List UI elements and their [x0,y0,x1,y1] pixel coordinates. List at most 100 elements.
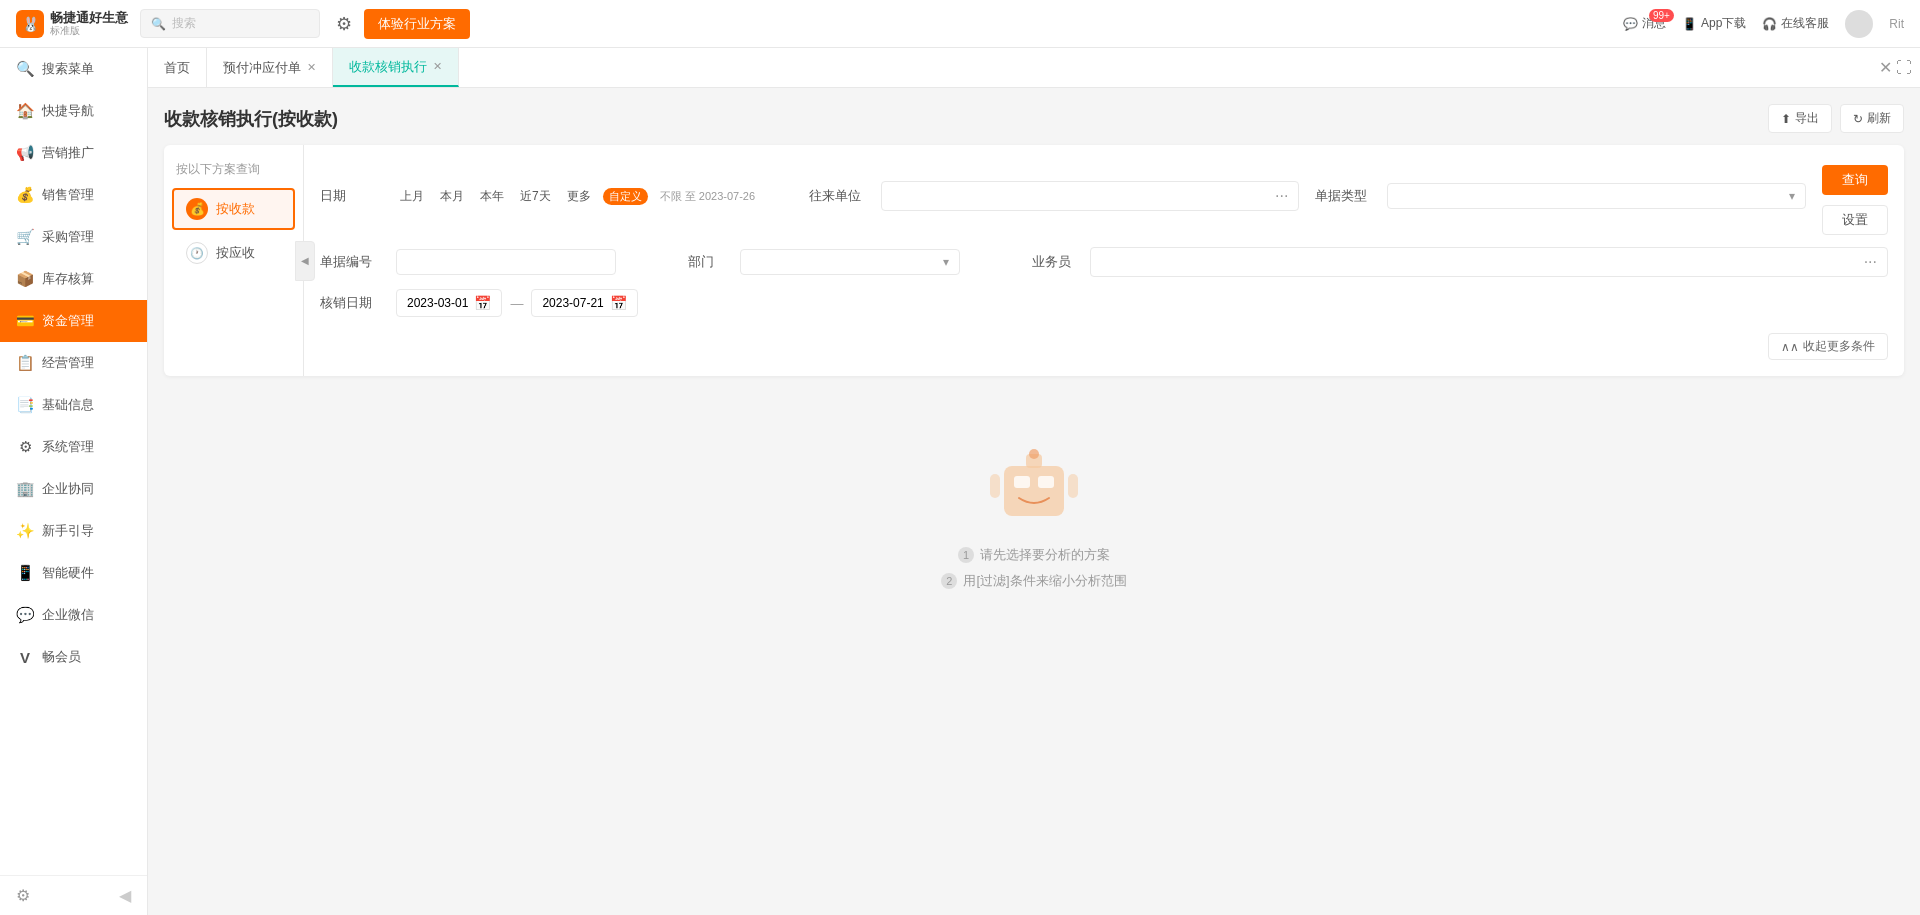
sidebar-item-quicknav[interactable]: 🏠 快捷导航 [0,90,147,132]
date-tab-7days[interactable]: 近7天 [516,186,555,207]
message-action[interactable]: 💬 消息 99+ [1623,15,1666,32]
export-label: 导出 [1795,110,1819,127]
writeoff-end-date[interactable]: 2023-07-21 📅 [531,289,637,317]
export-button[interactable]: ⬆ 导出 [1768,104,1832,133]
page-header: 收款核销执行(按收款) ⬆ 导出 ↻ 刷新 [164,104,1904,133]
sidebar-item-finance[interactable]: 💳 资金管理 [0,300,147,342]
sidebar-item-sales[interactable]: 💰 销售管理 [0,174,147,216]
query-button[interactable]: 查询 [1822,165,1888,195]
headset-icon: 🎧 [1762,17,1777,31]
bill-type-select[interactable]: ▾ [1387,183,1806,209]
receivable-option-label: 按应收 [216,244,255,262]
industry-button[interactable]: 体验行业方案 [364,9,470,39]
tab-collection-close[interactable]: ✕ [433,60,442,73]
empty-num-1: 1 [958,547,974,563]
finance-icon: 💳 [16,312,34,330]
collapse-more-label: 收起更多条件 [1803,338,1875,355]
download-icon: 📱 [1682,17,1697,31]
tab-home[interactable]: 首页 [148,48,207,87]
writeoff-date-label: 核销日期 [320,294,380,312]
bill-no-input[interactable] [396,249,616,275]
page-title: 收款核销执行(按收款) [164,107,338,131]
svg-point-4 [1029,449,1039,459]
sidebar-item-hardware[interactable]: 📱 智能硬件 [0,552,147,594]
date-tab-more[interactable]: 更多 [563,186,595,207]
sidebar-item-search[interactable]: 🔍 搜索菜单 [0,48,147,90]
empty-state: 1 请先选择要分析的方案 2 用[过滤]条件来缩小分析范围 [164,376,1904,650]
sidebar-item-cooperation[interactable]: 🏢 企业协同 [0,468,147,510]
close-tab-button[interactable]: ✕ [1879,58,1892,77]
empty-hint-1-text: 请先选择要分析的方案 [980,546,1110,564]
counterpart-input[interactable]: ··· [881,181,1300,211]
sidebar-collapse-button[interactable]: ◀ [119,886,131,905]
online-service-action[interactable]: 🎧 在线客服 [1762,15,1829,32]
filter-option-by-collection[interactable]: 💰 按收款 [172,188,295,230]
refresh-label: 刷新 [1867,110,1891,127]
writeoff-end-date-text: 2023-07-21 [542,296,603,310]
date-hint: 不限 至 2023-07-26 [660,189,755,204]
salesperson-input[interactable]: ··· [1090,247,1888,277]
sidebar-item-inventory[interactable]: 📦 库存核算 [0,258,147,300]
refresh-button[interactable]: ↻ 刷新 [1840,104,1904,133]
date-tab-this-month[interactable]: 本月 [436,186,468,207]
message-badge: 99+ [1649,9,1674,22]
sidebar-item-label: 营销推广 [42,144,94,162]
tab-prepay-label: 预付冲应付单 [223,59,301,77]
dept-label: 部门 [688,253,724,271]
empty-illustration [984,436,1084,526]
date-tab-last-month[interactable]: 上月 [396,186,428,207]
collection-option-label: 按收款 [216,200,255,218]
settings-button[interactable]: 设置 [1822,205,1888,235]
date-custom-badge[interactable]: 自定义 [603,188,648,205]
user-avatar[interactable] [1845,10,1873,38]
writeoff-start-date[interactable]: 2023-03-01 📅 [396,289,502,317]
tab-bar: 首页 预付冲应付单 ✕ 收款核销执行 ✕ ✕ ⛶ [148,48,1920,88]
counterpart-dots-icon[interactable]: ··· [1275,187,1288,205]
logo-icon: 🐰 [16,10,44,38]
date-range-separator: — [510,296,523,311]
home-icon: 🏠 [16,102,34,120]
sidebar-item-label: 库存核算 [42,270,94,288]
sidebar-item-system[interactable]: ⚙ 系统管理 [0,426,147,468]
svg-rect-2 [1038,476,1054,488]
maximize-button[interactable]: ⛶ [1896,59,1912,77]
sidebar-item-label: 智能硬件 [42,564,94,582]
global-search-box[interactable]: 🔍 搜索 [140,9,320,38]
filter-option-by-receivable[interactable]: 🕐 按应收 [172,232,295,274]
refresh-icon: ↻ [1853,112,1863,126]
collapse-up-icon: ∧∧ [1781,340,1799,354]
sidebar-item-label: 企业微信 [42,606,94,624]
app-name: 畅捷通好生意 [50,10,128,26]
dept-select[interactable]: ▾ [740,249,960,275]
filter-row-3: 核销日期 2023-03-01 📅 — 2023-07-21 📅 [320,289,1888,317]
username-display[interactable]: Rit [1889,17,1904,31]
bill-type-chevron-icon: ▾ [1789,189,1795,203]
top-bar-actions: 💬 消息 99+ 📱 App下载 🎧 在线客服 Rit [1623,10,1904,38]
empty-num-2: 2 [941,573,957,589]
basic-info-icon: 📑 [16,396,34,414]
sidebar-item-weixin[interactable]: 💬 企业微信 [0,594,147,636]
tab-prepay[interactable]: 预付冲应付单 ✕ [207,48,333,87]
sidebar-item-purchase[interactable]: 🛒 采购管理 [0,216,147,258]
app-download-action[interactable]: 📱 App下载 [1682,15,1746,32]
tab-collection[interactable]: 收款核销执行 ✕ [333,48,459,87]
sidebar-item-member[interactable]: V 畅会员 [0,636,147,678]
gear-icon[interactable]: ⚙ [336,13,352,35]
date-tab-this-year[interactable]: 本年 [476,186,508,207]
sidebar-item-label: 畅会员 [42,648,81,666]
svg-rect-5 [990,474,1000,498]
app-download-label: App下载 [1701,15,1746,32]
filter-row-1: 日期 上月 本月 本年 近7天 更多 自定义 不限 至 2023-07-26 [320,157,1888,235]
svg-rect-0 [1004,466,1064,516]
app-logo: 🐰 畅捷通好生意 标准版 [16,10,128,38]
tab-prepay-close[interactable]: ✕ [307,61,316,74]
sidebar-item-marketing[interactable]: 📢 营销推广 [0,132,147,174]
salesperson-dots-icon[interactable]: ··· [1864,253,1877,271]
sidebar-item-label: 快捷导航 [42,102,94,120]
collapse-more-button[interactable]: ∧∧ 收起更多条件 [1768,333,1888,360]
writeoff-start-date-text: 2023-03-01 [407,296,468,310]
sidebar-item-management[interactable]: 📋 经营管理 [0,342,147,384]
settings-bottom-icon[interactable]: ⚙ [16,886,30,905]
sidebar-item-guide[interactable]: ✨ 新手引导 [0,510,147,552]
sidebar-item-basic-info[interactable]: 📑 基础信息 [0,384,147,426]
